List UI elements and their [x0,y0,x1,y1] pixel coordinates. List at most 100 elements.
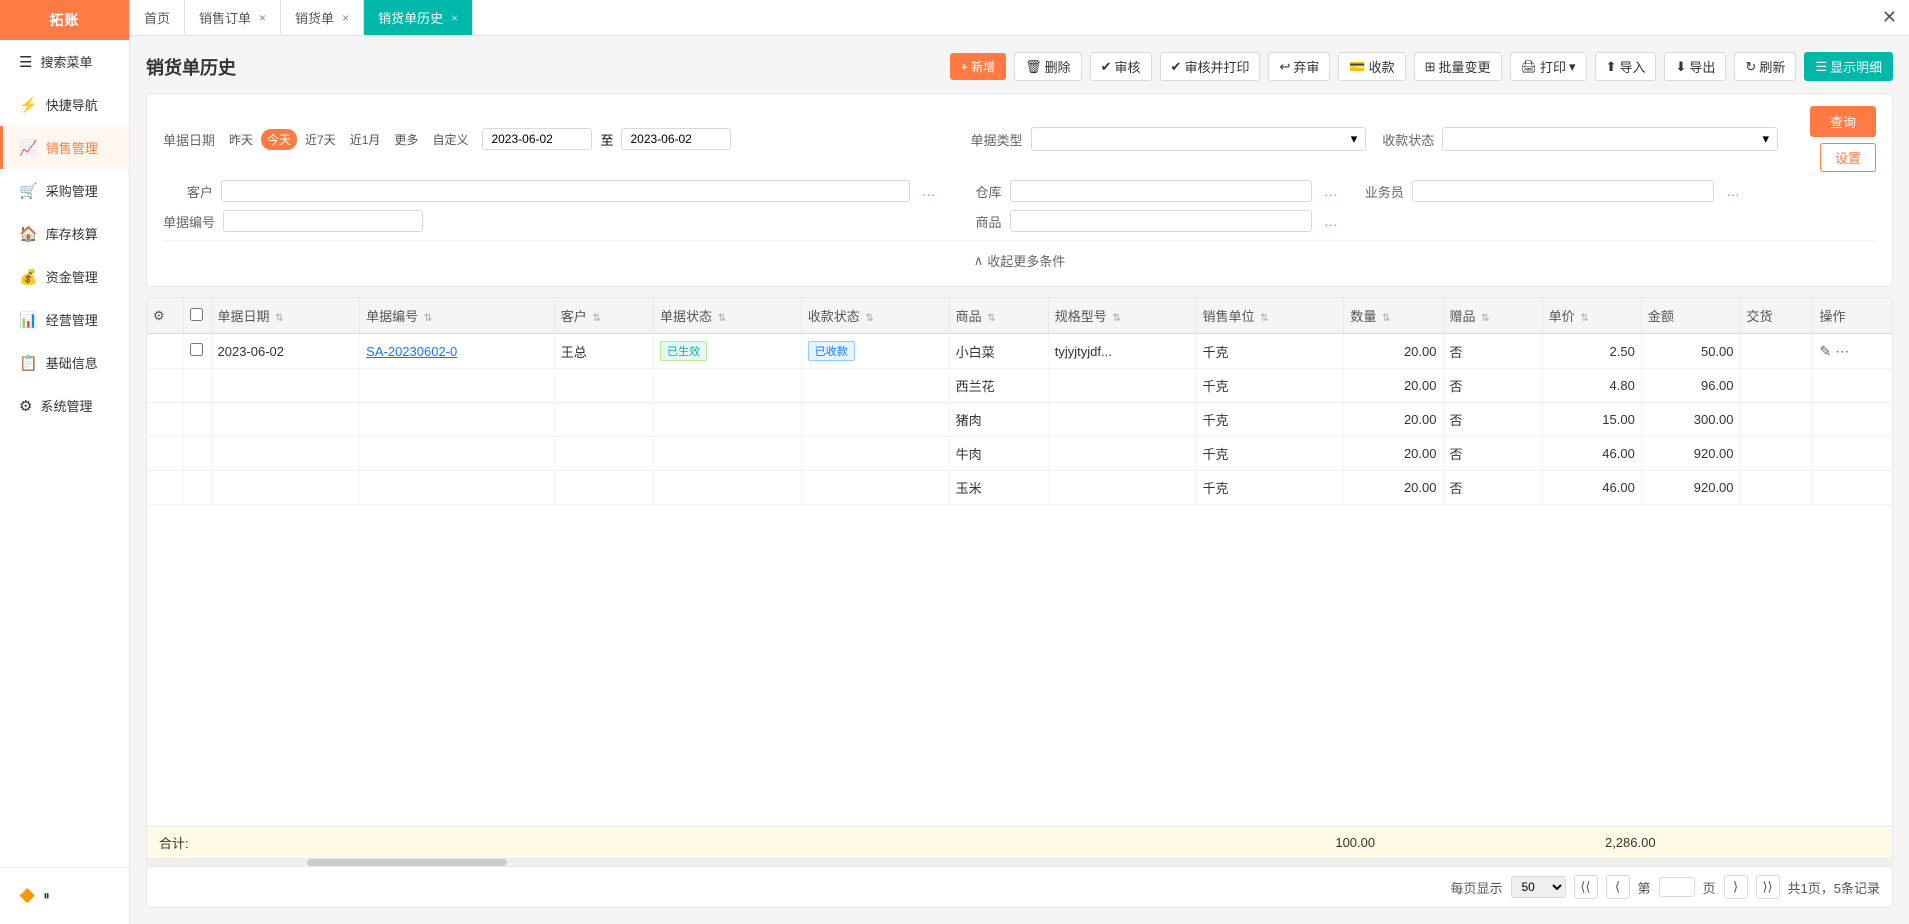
last-page-btn[interactable]: ⟩⟩ [1756,875,1780,899]
salesperson-input[interactable] [1412,180,1714,202]
delete-button[interactable]: 🗑 删除 [1014,52,1082,81]
sidebar-item-label: 采购管理 [46,181,98,200]
date-more[interactable]: 更多 [388,129,424,150]
col-settings[interactable]: ⚙ [147,298,183,334]
row-checkbox-cell[interactable] [183,369,211,403]
row-checkbox-cell[interactable] [183,403,211,437]
batch-change-button[interactable]: ⊞ 批量变更 [1414,52,1502,81]
col-unit[interactable]: 销售单位 ⇅ [1196,298,1344,334]
goods-input[interactable] [1010,210,1312,232]
edit-icon[interactable]: ✎ [1819,343,1831,360]
sidebar-item-finance[interactable]: 💰 资金管理 [0,255,129,298]
col-customer[interactable]: 客户 ⇅ [554,298,653,334]
row-checkbox-cell[interactable] [183,437,211,471]
collect-button[interactable]: 💳 收款 [1338,52,1405,81]
date-yesterday[interactable]: 昨天 [223,129,259,150]
sidebar-item-search-menu[interactable]: ☰ 搜索菜单 [0,40,129,83]
row-doc-no[interactable] [360,437,555,471]
doc-no-label: 单据编号 [163,212,215,231]
sidebar-item-operations[interactable]: 📊 经营管理 [0,298,129,341]
col-collect-status[interactable]: 收款状态 ⇅ [801,298,949,334]
show-detail-button[interactable]: ☰ 显示明细 [1804,52,1893,81]
print-button[interactable]: 🖨 打印 ▾ [1510,52,1587,81]
import-button[interactable]: ⬆ 导入 [1595,52,1657,81]
sidebar-item-basic-info[interactable]: 📋 基础信息 [0,341,129,384]
col-checkbox[interactable] [183,298,211,334]
audit-button[interactable]: ✔ 审核 [1090,52,1152,81]
tab-sales-history-close[interactable]: × [451,11,458,25]
col-doc-status[interactable]: 单据状态 ⇅ [653,298,801,334]
row-price: 15.00 [1542,403,1641,437]
warehouse-input[interactable] [1010,180,1312,202]
date-from-input[interactable] [482,128,592,150]
col-doc-no[interactable]: 单据编号 ⇅ [360,298,555,334]
new-button[interactable]: + 新增 [950,53,1006,80]
row-unit: 千克 [1196,403,1344,437]
salesperson-picker-btn[interactable]: … [1726,183,1740,199]
warehouse-picker-btn[interactable]: … [1324,183,1338,199]
more-icon[interactable]: ⋯ [1835,343,1849,360]
select-all-checkbox[interactable] [190,308,203,321]
tab-sales-order[interactable]: 销售订单 × [185,0,281,35]
row-doc-no[interactable] [360,403,555,437]
sidebar-bottom-item1[interactable]: 🔶 ⏸ [0,876,129,916]
export-button[interactable]: ⬇ 导出 [1664,52,1726,81]
first-page-btn[interactable]: ⟨⟨ [1574,875,1598,899]
row-checkbox[interactable] [190,343,203,356]
row-checkbox-cell[interactable] [183,334,211,369]
doc-no-input[interactable] [223,210,423,232]
customer-picker-btn[interactable]: … [922,183,936,199]
tab-sales-goods[interactable]: 销货单 × [281,0,364,35]
table-scroll[interactable]: ⚙ 单据日期 ⇅ 单据编号 ⇅ 客户 [147,298,1892,826]
col-spec[interactable]: 规格型号 ⇅ [1048,298,1196,334]
row-doc-no[interactable] [360,471,555,505]
date-today[interactable]: 今天 [261,129,297,150]
col-gift[interactable]: 赠品 ⇅ [1443,298,1542,334]
col-goods[interactable]: 商品 ⇅ [949,298,1048,334]
tab-home[interactable]: 首页 [130,0,185,35]
abandon-button[interactable]: ↩ 弃审 [1268,52,1330,81]
doc-no-link[interactable]: SA-20230602-0 [366,344,457,359]
date-7days[interactable]: 近7天 [299,129,342,150]
col-date[interactable]: 单据日期 ⇅ [211,298,360,334]
scrollbar-thumb[interactable] [307,859,507,866]
tab-sales-goods-close[interactable]: × [342,11,349,25]
audit-print-button[interactable]: ✔ 审核并打印 [1160,52,1261,81]
sidebar-item-sales-mgmt[interactable]: 📈 销售管理 [0,126,129,169]
date-1month[interactable]: 近1月 [344,129,387,150]
print-icon: 🖨 [1521,59,1538,75]
customer-input[interactable] [221,180,910,202]
page-number-input[interactable]: 1 [1659,877,1695,897]
collect-status-select[interactable]: ▾ [1442,127,1778,151]
table-container: ⚙ 单据日期 ⇅ 单据编号 ⇅ 客户 [146,297,1893,908]
row-doc-no[interactable]: SA-20230602-0 [360,334,555,369]
tab-sales-history[interactable]: 销货单历史 × [364,0,473,35]
batch-icon: ⊞ [1425,59,1436,75]
row-checkbox-cell[interactable] [183,471,211,505]
sidebar-item-quick-nav[interactable]: ⚡ 快捷导航 [0,83,129,126]
horizontal-scrollbar[interactable] [147,858,1892,866]
sidebar-item-inventory[interactable]: 🏠 库存核算 [0,212,129,255]
set-button[interactable]: 设置 [1820,143,1876,172]
row-price: 4.80 [1542,369,1641,403]
col-qty[interactable]: 数量 ⇅ [1344,298,1443,334]
goods-picker-btn[interactable]: … [1324,213,1338,229]
date-custom[interactable]: 自定义 [426,129,474,150]
query-button[interactable]: 查询 [1810,106,1876,137]
col-price[interactable]: 单价 ⇅ [1542,298,1641,334]
collapse-button[interactable]: ∧ 收起更多条件 [163,247,1876,274]
sidebar-item-system-mgmt[interactable]: ⚙ 系统管理 [0,384,129,427]
col-delivery[interactable]: 交货 [1740,298,1813,334]
refresh-button[interactable]: ↻ 刷新 [1734,52,1796,81]
close-all-tabs[interactable]: ✕ [1870,7,1909,28]
page-size-select[interactable]: 50 100 200 [1511,876,1566,898]
tab-sales-order-close[interactable]: × [259,11,266,25]
doc-type-select[interactable]: ▾ [1031,127,1367,151]
date-to-input[interactable] [621,128,731,150]
row-doc-no[interactable] [360,369,555,403]
prev-page-btn[interactable]: ⟨ [1606,875,1630,899]
next-page-btn[interactable]: ⟩ [1724,875,1748,899]
filter-row-1: 单据日期 昨天 今天 近7天 近1月 更多 自定义 至 单据类型 [163,106,1876,172]
sidebar-item-purchase-mgmt[interactable]: 🛒 采购管理 [0,169,129,212]
col-amount[interactable]: 金额 [1641,298,1740,334]
